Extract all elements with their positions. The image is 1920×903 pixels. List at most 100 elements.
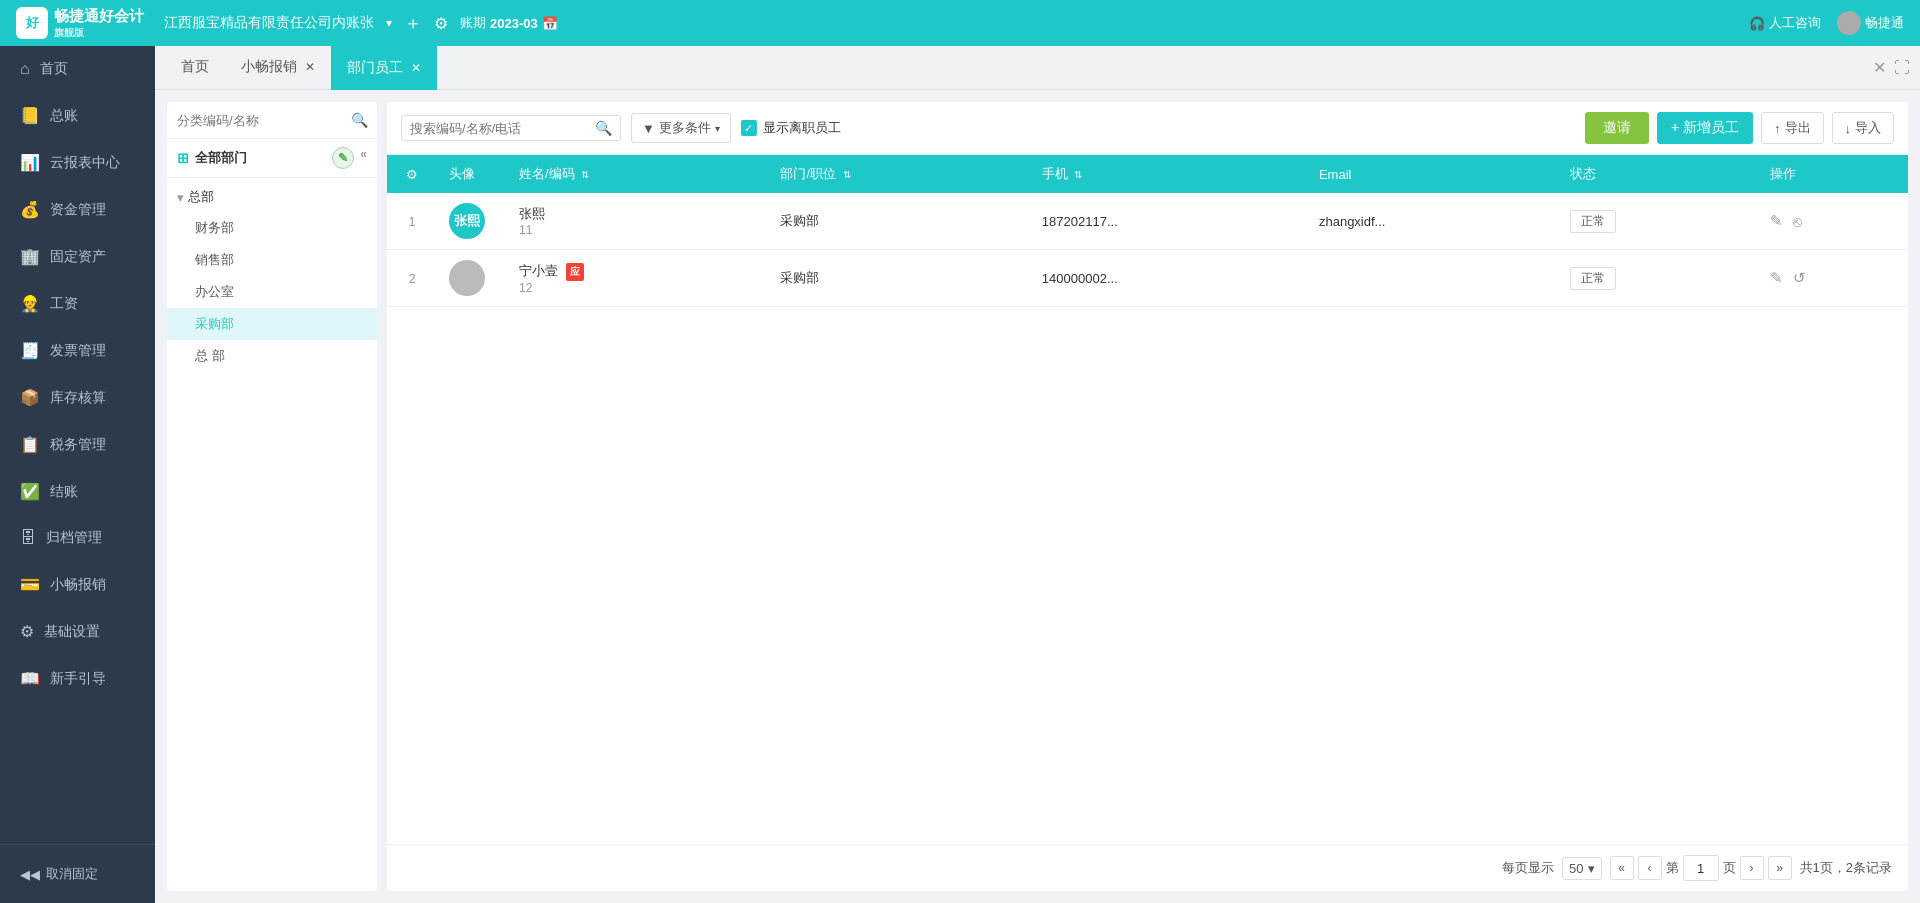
col-dept[interactable]: 部门/职位 ⇅ [768,155,1029,193]
refresh-button-2[interactable]: ↺ [1793,269,1806,287]
per-page-label: 每页显示 [1502,859,1554,877]
sidebar-item-ledger[interactable]: 📒 总账 [0,92,155,139]
tab-department-close[interactable]: ✕ [411,61,421,75]
sidebar-item-invoice[interactable]: 🧾 发票管理 [0,327,155,374]
sidebar-item-archive[interactable]: 🗄 归档管理 [0,515,155,561]
add-company-button[interactable]: ＋ [404,11,422,35]
sidebar-item-inventory[interactable]: 📦 库存核算 [0,374,155,421]
tab-home-label: 首页 [181,58,209,76]
settings-icon[interactable]: ⚙ [434,14,448,33]
row-name-2: 宁小壹 应 12 [507,250,768,307]
export-button[interactable]: ↑ 导出 [1761,112,1824,144]
more-conditions-button[interactable]: ▼ 更多条件 ▾ [631,113,731,143]
first-page-button[interactable]: « [1610,856,1634,880]
collapse-button[interactable]: « [360,147,367,169]
expense-icon: 💳 [20,575,40,594]
tab-expense[interactable]: 小畅报销 ✕ [225,46,331,90]
filter-icon: ▼ [642,121,655,136]
edit-button-2[interactable]: ✎ [1770,269,1783,287]
row-num-2: 2 [387,250,437,307]
add-dept-button[interactable]: ✎ [332,147,354,169]
left-panel: 🔍 ⊞ 全部部门 ✎ « ▾ 总部 [167,102,377,891]
sidebar-item-reports[interactable]: 📊 云报表中心 [0,139,155,186]
dept-tree: ▾ 总部 财务部 销售部 办公室 采购部 [167,178,377,891]
app-edition: 旗舰版 [54,26,144,40]
row-email-2 [1307,250,1558,307]
main-layout: ⌂ 首页 📒 总账 📊 云报表中心 💰 资金管理 🏢 固定资产 👷 工资 🧾 发… [0,46,1920,903]
sidebar-item-assets[interactable]: 🏢 固定资产 [0,233,155,280]
col-name-code[interactable]: 姓名/编码 ⇅ [507,155,768,193]
all-departments-header[interactable]: ⊞ 全部部门 ✎ « [167,139,377,178]
row-actions-1: ✎ ⎋ [1758,193,1908,250]
sidebar: ⌂ 首页 📒 总账 📊 云报表中心 💰 资金管理 🏢 固定资产 👷 工资 🧾 发… [0,46,155,903]
dept-search-input[interactable] [177,113,345,128]
page-number-input[interactable] [1683,855,1719,881]
col-settings[interactable]: ⚙ [387,155,437,193]
pagination: 每页显示 50 ▾ « ‹ 第 页 › » 共1页，2条记录 [387,844,1908,891]
import-button[interactable]: ↓ 导入 [1832,112,1895,144]
dept-search-icon[interactable]: 🔍 [351,112,368,128]
invite-button[interactable]: 邀请 [1585,112,1649,144]
dept-root-label: 总部 [188,188,214,206]
show-resigned-checkbox[interactable]: ✓ [741,120,757,136]
status-badge-2: 正常 [1570,267,1616,290]
expand-window-icon[interactable]: ⛶ [1894,59,1910,77]
close-window-icon[interactable]: ✕ [1873,58,1886,77]
ledger-icon: 📒 [20,106,40,125]
app-name: 畅捷通好会计 [54,7,144,26]
dept-root-header[interactable]: ▾ 总部 [167,182,377,212]
logout-button-1[interactable]: ⎋ [1793,213,1802,230]
calendar-icon[interactable]: 📅 [542,16,558,31]
row-status-2: 正常 [1558,250,1758,307]
sidebar-item-guide[interactable]: 📖 新手引导 [0,655,155,702]
dept-item-office[interactable]: 办公室 [167,276,377,308]
last-page-button[interactable]: » [1768,856,1792,880]
show-resigned-toggle: ✓ 显示离职员工 [741,119,841,137]
per-page-select[interactable]: 50 ▾ [1562,857,1601,880]
sidebar-item-settle[interactable]: ✅ 结账 [0,468,155,515]
next-page-button[interactable]: › [1740,856,1764,880]
prev-page-button[interactable]: ‹ [1638,856,1662,880]
sidebar-item-settings[interactable]: ⚙ 基础设置 [0,608,155,655]
payroll-icon: 👷 [20,294,40,313]
tab-department-label: 部门员工 [347,59,403,77]
tab-home[interactable]: 首页 [165,46,225,90]
dept-item-purchase[interactable]: 采购部 [167,308,377,340]
employee-search-icon[interactable]: 🔍 [595,120,612,136]
row-name-1: 张熙 11 [507,193,768,250]
inventory-icon: 📦 [20,388,40,407]
table-row: 1 张熙 张熙 11 [387,193,1908,250]
add-employee-button[interactable]: + 新增员工 [1657,112,1753,144]
grid-icon: ⊞ [177,150,189,166]
company-dropdown-icon[interactable]: ▾ [386,16,392,30]
service-button[interactable]: 🎧 人工咨询 [1749,14,1821,32]
tab-expense-close[interactable]: ✕ [305,60,315,74]
import-icon: ↓ [1845,121,1852,136]
home-icon: ⌂ [20,60,30,78]
archive-icon: 🗄 [20,529,36,547]
sidebar-item-home[interactable]: ⌂ 首页 [0,46,155,92]
guide-icon: 📖 [20,669,40,688]
user-info[interactable]: 畅捷通 [1837,11,1904,35]
row-avatar-2 [437,250,507,307]
toolbar-right: 邀请 + 新增员工 ↑ 导出 ↓ 导入 [1585,112,1894,144]
dept-search-box: 🔍 [167,102,377,139]
tab-bar: 首页 小畅报销 ✕ 部门员工 ✕ ✕ ⛶ [155,46,1920,90]
employee-toolbar: 🔍 ▼ 更多条件 ▾ ✓ 显示离职员工 邀请 + 新增员工 [387,102,1908,155]
dept-item-general[interactable]: 总 部 [167,340,377,372]
dept-item-sales[interactable]: 销售部 [167,244,377,276]
edit-button-1[interactable]: ✎ [1770,212,1783,230]
col-mobile[interactable]: 手机 ⇅ [1030,155,1307,193]
dept-item-finance[interactable]: 财务部 [167,212,377,244]
all-departments-label: 全部部门 [195,149,247,167]
sidebar-item-funds[interactable]: 💰 资金管理 [0,186,155,233]
sidebar-item-label: 发票管理 [50,342,106,360]
assets-icon: 🏢 [20,247,40,266]
cancel-fixed-button[interactable]: ◀◀ 取消固定 [0,855,155,893]
sidebar-item-tax[interactable]: 📋 税务管理 [0,421,155,468]
tab-department[interactable]: 部门员工 ✕ [331,46,437,90]
sidebar-item-label: 首页 [40,60,68,78]
employee-search-input[interactable] [410,121,589,136]
sidebar-item-payroll[interactable]: 👷 工资 [0,280,155,327]
sidebar-item-expense[interactable]: 💳 小畅报销 [0,561,155,608]
